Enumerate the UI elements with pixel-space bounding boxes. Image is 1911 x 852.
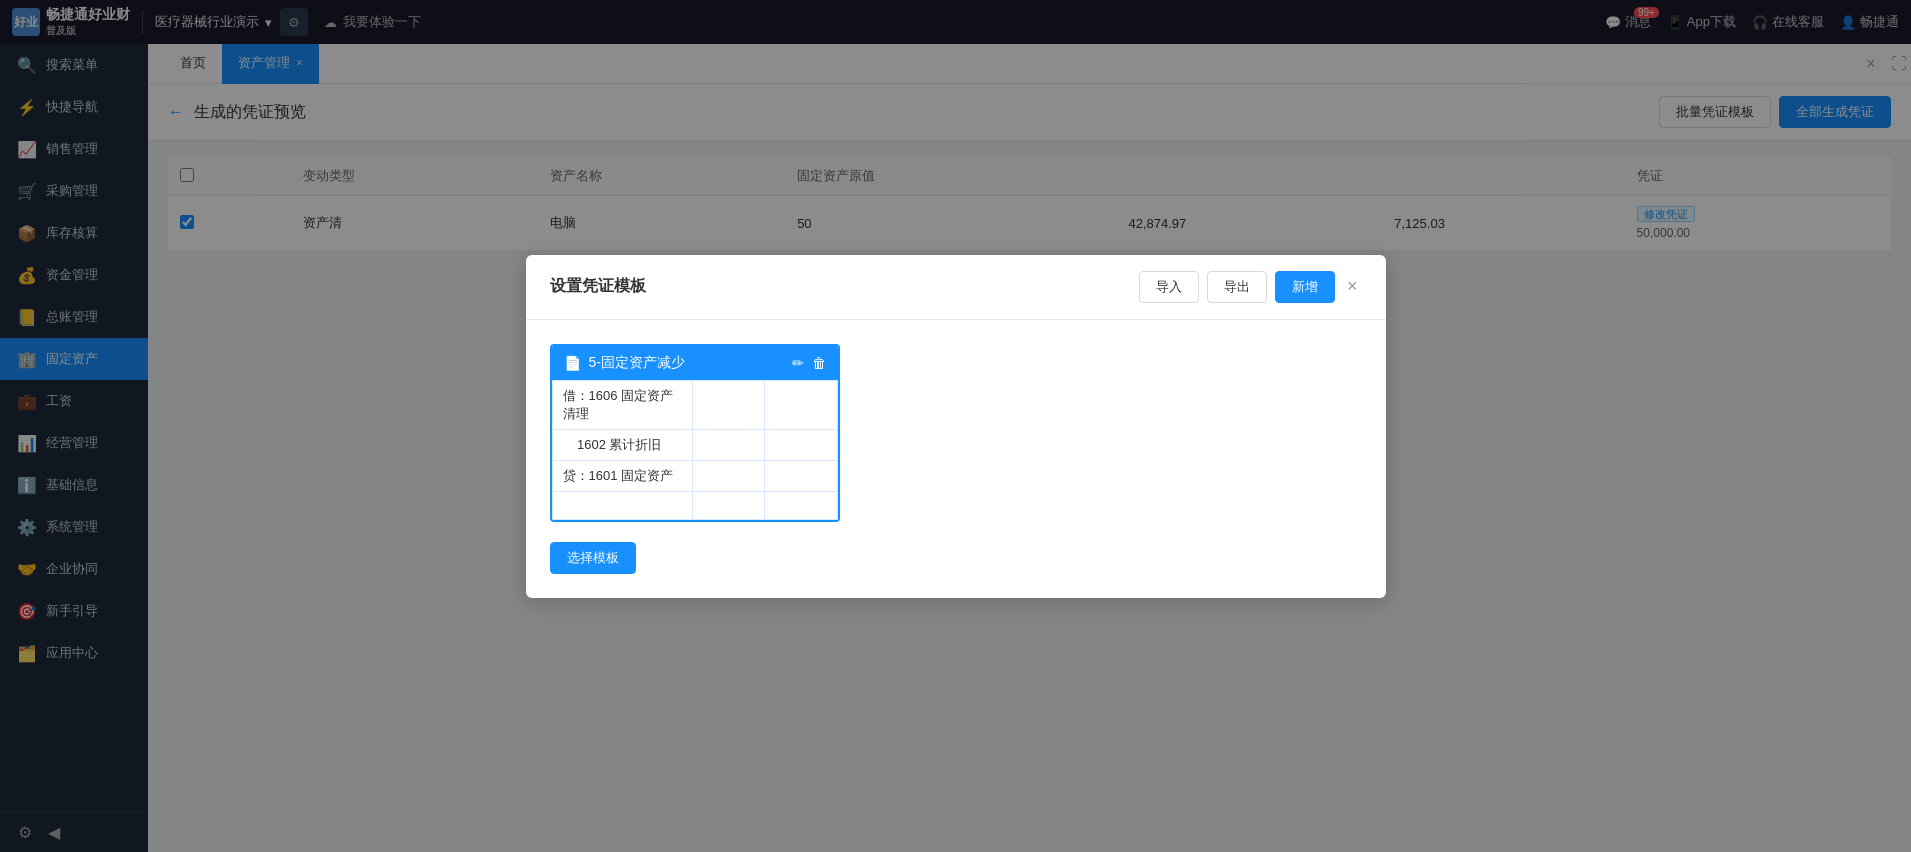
template-cell-e2: [692, 491, 765, 519]
modal-header-actions: 导入 导出 新增 ×: [1139, 271, 1362, 303]
modal-body: 📄 5-固定资产减少 ✏ 🗑 借：1606 固定资产清理: [526, 320, 1386, 598]
template-cell-b2-3: [765, 429, 838, 460]
modal-title: 设置凭证模板: [550, 276, 646, 297]
template-cell-b2-2: [692, 429, 765, 460]
template-card-header-left: 📄 5-固定资产减少: [564, 354, 685, 372]
template-row: 贷：1601 固定资产: [552, 460, 837, 491]
modal-dialog: 设置凭证模板 导入 导出 新增 × 📄 5-固定资产减少 ✏ 🗑: [526, 255, 1386, 598]
template-cell-b1-2: [692, 380, 765, 429]
template-edit-icon[interactable]: ✏: [792, 355, 804, 371]
modal-close-btn[interactable]: ×: [1343, 271, 1362, 303]
template-table: 借：1606 固定资产清理 1602 累计折旧 贷：1601 固定资产: [552, 380, 838, 520]
new-btn[interactable]: 新增: [1275, 271, 1335, 303]
import-btn[interactable]: 导入: [1139, 271, 1199, 303]
modal-overlay: 设置凭证模板 导入 导出 新增 × 📄 5-固定资产减少 ✏ 🗑: [0, 0, 1911, 852]
template-cell-borrow2: 1602 累计折旧: [552, 429, 692, 460]
select-template-btn[interactable]: 选择模板: [550, 542, 636, 574]
template-cell-b1-3: [765, 380, 838, 429]
template-card-actions: ✏ 🗑: [792, 355, 826, 371]
template-card-header: 📄 5-固定资产减少 ✏ 🗑: [552, 346, 838, 380]
template-row: [552, 491, 837, 519]
template-row: 1602 累计折旧: [552, 429, 837, 460]
template-cell-credit1: 贷：1601 固定资产: [552, 460, 692, 491]
template-cell-empty: [552, 491, 692, 519]
template-row: 借：1606 固定资产清理: [552, 380, 837, 429]
template-delete-icon[interactable]: 🗑: [812, 355, 826, 371]
export-btn[interactable]: 导出: [1207, 271, 1267, 303]
template-doc-icon: 📄: [564, 355, 581, 371]
template-cell-borrow1: 借：1606 固定资产清理: [552, 380, 692, 429]
template-cell-e3: [765, 491, 838, 519]
template-card: 📄 5-固定资产减少 ✏ 🗑 借：1606 固定资产清理: [550, 344, 840, 522]
select-template-container: 选择模板: [550, 542, 1362, 574]
template-cell-c1-2: [692, 460, 765, 491]
template-cell-c1-3: [765, 460, 838, 491]
template-card-title: 5-固定资产减少: [589, 354, 685, 372]
modal-header: 设置凭证模板 导入 导出 新增 ×: [526, 255, 1386, 320]
